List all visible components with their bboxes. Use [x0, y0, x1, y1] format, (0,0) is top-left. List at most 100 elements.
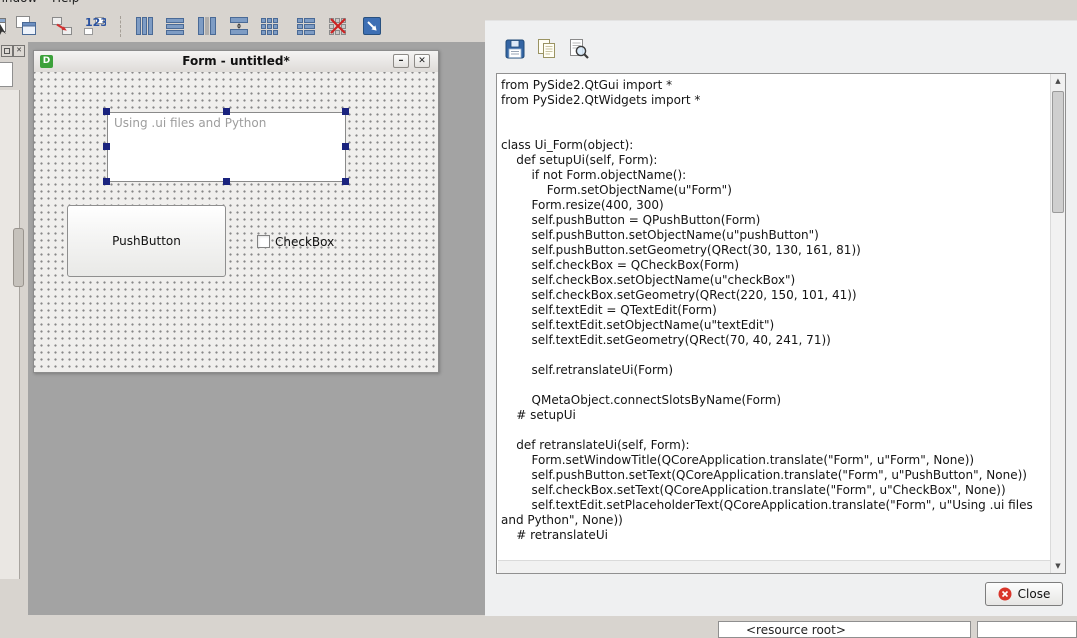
close-dialog-button[interactable]: Close — [985, 582, 1063, 606]
horizontal-scrollbar[interactable] — [498, 560, 1050, 573]
code-line: Form.resize(400, 300) — [501, 198, 1048, 213]
qt-designer-window: Window Help — [0, 0, 1077, 638]
close-circle-icon — [998, 587, 1012, 601]
close-button-label: Close — [1018, 587, 1051, 601]
code-line: self.pushButton.setGeometry(QRect(30, 13… — [501, 243, 1048, 258]
checkbox-indicator[interactable] — [257, 235, 270, 248]
code-line: self.textEdit.setGeometry(QRect(70, 40, … — [501, 333, 1048, 348]
layout-grid-icon — [258, 14, 282, 38]
selection-handle-mid-right[interactable] — [342, 143, 349, 150]
vertical-scrollbar[interactable]: ▲ ▼ — [1050, 74, 1065, 573]
code-line: class Ui_Form(object): — [501, 138, 1048, 153]
mdi-area: D Form - untitled* – ✕ Using .ui files a… — [28, 42, 485, 615]
tab-order-icon: 123 — [82, 14, 106, 38]
edit-widgets-button[interactable] — [0, 14, 10, 38]
code-line: self.pushButton.setText(QCoreApplication… — [501, 468, 1048, 483]
code-line: # retranslateUi — [501, 528, 1048, 543]
edit-tab-order-button[interactable]: 123 — [82, 14, 106, 38]
new-form-button[interactable] — [14, 14, 38, 38]
selection-handle-bottom-left[interactable] — [103, 178, 110, 185]
menu-help[interactable]: Help — [52, 0, 79, 5]
code-line: from PySide2.QtGui import * — [501, 78, 1048, 93]
selection-handle-bottom-right[interactable] — [342, 178, 349, 185]
edit-widgets-icon — [0, 14, 10, 38]
scrollbar-thumb[interactable] — [1052, 91, 1064, 213]
layout-horizontal-button[interactable] — [132, 14, 156, 38]
textedit-widget[interactable]: Using .ui files and Python — [107, 112, 346, 182]
selection-handle-bottom-center[interactable] — [223, 178, 230, 185]
code-line — [501, 378, 1048, 393]
widgetbox-filter-fragment[interactable] — [0, 62, 13, 87]
widgetbox-panel-fragment — [0, 90, 20, 579]
signal-slot-icon — [50, 14, 74, 38]
resource-root-label: <resource root> — [746, 623, 846, 637]
dock-float-button[interactable] — [1, 45, 13, 57]
new-form-icon — [14, 14, 38, 38]
code-line: def setupUi(self, Form): — [501, 153, 1048, 168]
checkbox-label: CheckBox — [275, 235, 334, 249]
copy-button[interactable] — [535, 37, 559, 61]
selection-handle-mid-left[interactable] — [103, 143, 110, 150]
toolbar-separator — [120, 16, 121, 37]
textedit-placeholder: Using .ui files and Python — [108, 113, 345, 133]
code-line: self.pushButton.setObjectName(u"pushButt… — [501, 228, 1048, 243]
minimize-button[interactable]: – — [393, 54, 409, 68]
code-line: self.retranslateUi(Form) — [501, 363, 1048, 378]
save-button[interactable] — [503, 37, 527, 61]
code-line — [501, 348, 1048, 363]
code-preview-dialog: from PySide2.QtGui import *from PySide2.… — [485, 20, 1077, 616]
resource-root-item[interactable]: <resource root> — [718, 621, 971, 638]
checkbox-widget[interactable]: CheckBox — [257, 221, 358, 262]
selection-handle-top-right[interactable] — [342, 108, 349, 115]
layout-form-icon — [294, 14, 318, 38]
code-line: # setupUi — [501, 408, 1048, 423]
menu-window[interactable]: Window — [0, 0, 37, 5]
adjust-size-button[interactable] — [360, 14, 384, 38]
form-window-title: Form - untitled* — [34, 54, 438, 68]
code-viewer: from PySide2.QtGui import *from PySide2.… — [496, 73, 1066, 574]
layout-vertical-splitter-button[interactable] — [227, 14, 251, 38]
break-layout-button[interactable] — [326, 14, 350, 38]
layout-horizontal-splitter-icon — [195, 14, 219, 38]
code-line: self.checkBox.setObjectName(u"checkBox") — [501, 273, 1048, 288]
edit-signals-slots-button[interactable] — [50, 14, 74, 38]
break-layout-icon — [326, 14, 350, 38]
code-line: self.checkBox = QCheckBox(Form) — [501, 258, 1048, 273]
float-icon — [4, 48, 10, 54]
code-line: def retranslateUi(self, Form): — [501, 438, 1048, 453]
code-line — [501, 423, 1048, 438]
copy-icon — [535, 37, 559, 61]
code-line — [501, 123, 1048, 138]
menubar: Window Help — [0, 0, 1077, 6]
code-line: Form.setObjectName(u"Form") — [501, 183, 1048, 198]
layout-horizontal-splitter-button[interactable] — [195, 14, 219, 38]
scroll-down-icon[interactable]: ▼ — [1051, 559, 1065, 573]
close-icon: ✕ — [16, 46, 22, 54]
code-line — [501, 108, 1048, 123]
layout-grid-button[interactable] — [258, 14, 282, 38]
find-button[interactable] — [567, 37, 591, 61]
code-line: self.checkBox.setGeometry(QRect(220, 150… — [501, 288, 1048, 303]
code-line: if not Form.objectName(): — [501, 168, 1048, 183]
code-line: self.pushButton = QPushButton(Form) — [501, 213, 1048, 228]
form-window-titlebar[interactable]: D Form - untitled* – ✕ — [34, 51, 438, 73]
resource-panel-fragment — [977, 621, 1077, 638]
adjust-size-icon — [360, 14, 384, 38]
layout-form-button[interactable] — [294, 14, 318, 38]
code-line: QMetaObject.connectSlotsByName(Form) — [501, 393, 1048, 408]
code-line: self.textEdit.setObjectName(u"textEdit") — [501, 318, 1048, 333]
find-icon — [567, 37, 591, 61]
selection-handle-top-center[interactable] — [223, 108, 230, 115]
dock-close-button[interactable]: ✕ — [13, 45, 25, 57]
code-editor[interactable]: from PySide2.QtGui import *from PySide2.… — [498, 75, 1050, 560]
pushbutton-widget[interactable]: PushButton — [67, 205, 226, 277]
selection-handle-top-left[interactable] — [103, 108, 110, 115]
close-button[interactable]: ✕ — [414, 54, 430, 68]
layout-vertical-icon — [163, 14, 187, 38]
form-canvas[interactable]: Using .ui files and Python PushButton Ch… — [34, 72, 438, 372]
layout-vertical-button[interactable] — [163, 14, 187, 38]
save-icon — [503, 37, 527, 61]
widgetbox-scrollbar-thumb[interactable] — [13, 228, 24, 287]
svg-text:123: 123 — [85, 16, 106, 29]
scroll-up-icon[interactable]: ▲ — [1051, 74, 1065, 88]
